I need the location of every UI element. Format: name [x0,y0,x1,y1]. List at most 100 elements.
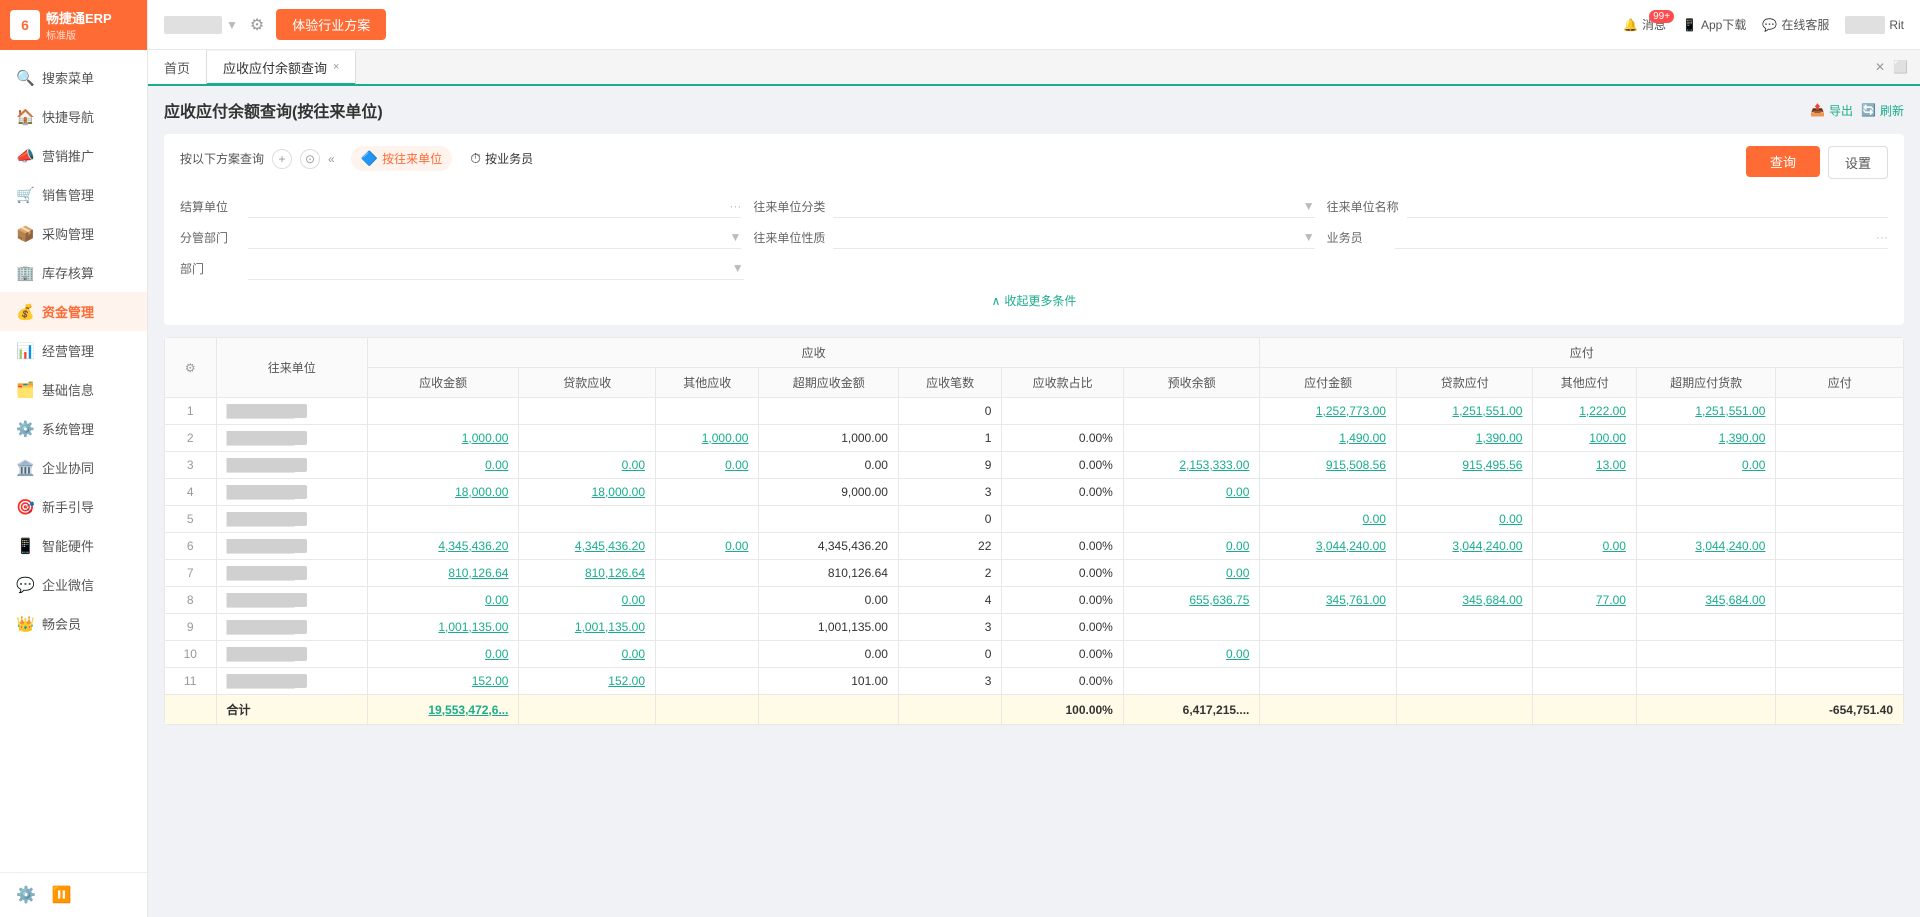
settings-button[interactable]: 设置 [1828,146,1888,179]
table-cell-link[interactable]: 0.00 [656,452,759,479]
table-cell-link[interactable]: 1,390.00 [1636,425,1775,452]
table-cell-link[interactable]: 0.00 [367,587,519,614]
sidebar-item-wechat[interactable]: 💬 企业微信 [0,565,147,604]
maximize-window-icon[interactable]: ⬜ [1893,60,1908,74]
table-cell-link[interactable]: 0.00 [1260,506,1397,533]
department-select[interactable]: ▼ [248,257,744,280]
app-download-button[interactable]: 📱 App下载 [1682,16,1746,33]
user-avatar-area[interactable]: Rit [1845,18,1904,32]
table-cell-link[interactable]: 0.00 [519,452,656,479]
partner-name-input[interactable] [1407,195,1888,218]
table-cell-link[interactable]: 77.00 [1533,587,1636,614]
table-cell-link[interactable]: 0.00 [1636,452,1775,479]
settlement-unit-dots[interactable]: ··· [729,199,741,213]
table-cell-link[interactable]: 4,345,436.20 [367,533,519,560]
salesperson-dots[interactable]: ··· [1876,230,1888,244]
table-cell-link[interactable]: 1,390.00 [1396,425,1533,452]
sidebar-item-sales[interactable]: 🛒 销售管理 [0,175,147,214]
table-cell-link[interactable]: 1,251,551.00 [1396,398,1533,425]
table-cell-link[interactable]: 345,761.00 [1260,587,1397,614]
table-cell-link[interactable]: 18,000.00 [367,479,519,506]
sidebar-settings-icon[interactable]: ⚙️ [16,885,36,905]
table-cell-link[interactable]: 1,490.00 [1260,425,1397,452]
sidebar-item-marketing[interactable]: 📣 营销推广 [0,136,147,175]
table-cell-link[interactable]: 1,251,551.00 [1636,398,1775,425]
service-button[interactable]: 💬 在线客服 [1762,16,1829,33]
table-cell-link[interactable]: 0.00 [519,587,656,614]
table-cell-link[interactable]: 1,252,773.00 [1260,398,1397,425]
table-cell-link[interactable]: 0.00 [1123,533,1260,560]
sidebar-collapse-icon[interactable]: ⏸️ [52,885,72,905]
table-cell-link[interactable]: 1,001,135.00 [367,614,519,641]
scheme-by-partner[interactable]: 🔷 按往来单位 [351,146,452,171]
table-cell-link[interactable]: 0.00 [367,641,519,668]
sidebar-item-purchase[interactable]: 📦 采购管理 [0,214,147,253]
table-cell-link[interactable]: 1,000.00 [367,425,519,452]
tab-close-icon[interactable]: × [333,61,339,73]
notification-button[interactable]: 🔔 消息 99+ [1623,16,1666,33]
table-cell-link[interactable]: 2,153,333.00 [1123,452,1260,479]
tab-home[interactable]: 首页 [148,50,207,84]
partner-nature-select[interactable]: ▼ [833,226,1314,249]
footer-ar-total[interactable]: 19,553,472,6... [367,695,519,725]
table-cell-link[interactable]: 0.00 [656,533,759,560]
table-settings-icon[interactable]: ⚙ [185,361,196,375]
table-cell-link[interactable]: 100.00 [1533,425,1636,452]
table-cell-link[interactable]: 3,044,240.00 [1260,533,1397,560]
refresh-button[interactable]: 🔄 刷新 [1861,102,1904,119]
table-row: 1████████01,252,773.001,251,551.001,222.… [165,398,1904,425]
table-cell-link[interactable]: 0.00 [367,452,519,479]
sidebar-item-guide[interactable]: 🎯 新手引导 [0,487,147,526]
table-cell-link[interactable]: 1,000.00 [656,425,759,452]
sidebar-item-quick[interactable]: 🏠 快捷导航 [0,97,147,136]
table-cell-link[interactable]: 13.00 [1533,452,1636,479]
scheme-by-salesperson[interactable]: ⏱ 按业务员 [460,146,543,171]
table-cell-link[interactable]: 3,044,240.00 [1636,533,1775,560]
partner-category-select[interactable]: ▼ [833,195,1314,218]
table-cell-link[interactable]: 152.00 [519,668,656,695]
salesperson-select[interactable]: ··· [1395,226,1888,249]
settlement-unit-input[interactable]: ··· [248,195,741,218]
filter-setting-button[interactable]: ⊙ [300,149,320,169]
table-cell-link[interactable]: 345,684.00 [1396,587,1533,614]
close-window-icon[interactable]: ✕ [1875,60,1885,74]
sidebar-item-operations[interactable]: 📊 经营管理 [0,331,147,370]
table-cell-link[interactable]: 655,636.75 [1123,587,1260,614]
filter-add-button[interactable]: + [272,149,292,169]
table-cell-link[interactable]: 3,044,240.00 [1396,533,1533,560]
table-cell-link[interactable]: 0.00 [1396,506,1533,533]
sidebar-item-system[interactable]: ⚙️ 系统管理 [0,409,147,448]
sidebar-item-enterprise[interactable]: 🏛️ 企业协同 [0,448,147,487]
table-cell-link[interactable]: 345,684.00 [1636,587,1775,614]
sidebar-item-finance[interactable]: 💰 资金管理 [0,292,147,331]
filter-collapse-button[interactable]: « [328,152,335,166]
query-button[interactable]: 查询 [1746,146,1820,177]
table-cell-link[interactable]: 810,126.64 [367,560,519,587]
collapse-more-button[interactable]: ∧ 收起更多条件 [180,292,1888,309]
supervisor-dept-select[interactable]: ▼ [248,226,741,249]
trial-button[interactable]: 体验行业方案 [276,9,386,40]
table-cell-link[interactable]: 915,508.56 [1260,452,1397,479]
filter-row-1: 结算单位 ··· 往来单位分类 ▼ 往来单位名称 [180,195,1888,218]
table-cell-link[interactable]: 0.00 [1123,560,1260,587]
table-cell-link[interactable]: 4,345,436.20 [519,533,656,560]
table-cell-link[interactable]: 1,222.00 [1533,398,1636,425]
table-cell-link[interactable]: 0.00 [519,641,656,668]
table-cell-link[interactable]: 1,001,135.00 [519,614,656,641]
table-cell-link[interactable]: 0.00 [1123,641,1260,668]
table-cell-link[interactable]: 18,000.00 [519,479,656,506]
sidebar-item-inventory[interactable]: 🏢 库存核算 [0,253,147,292]
export-button[interactable]: 📤 导出 [1810,102,1853,119]
table-cell-link[interactable]: 0.00 [1533,533,1636,560]
sidebar-item-search[interactable]: 🔍 搜索菜单 [0,58,147,97]
sidebar-item-member[interactable]: 👑 畅会员 [0,604,147,643]
table-cell-link[interactable]: 152.00 [367,668,519,695]
col-settings[interactable]: ⚙ [165,338,217,398]
gear-button[interactable]: ⚙ [250,15,264,35]
table-cell-link[interactable]: 810,126.64 [519,560,656,587]
table-cell-link[interactable]: 0.00 [1123,479,1260,506]
table-cell-link[interactable]: 915,495.56 [1396,452,1533,479]
tab-ar-query[interactable]: 应收应付余额查询 × [207,51,356,85]
sidebar-item-basic[interactable]: 🗂️ 基础信息 [0,370,147,409]
sidebar-item-hardware[interactable]: 📱 智能硬件 [0,526,147,565]
